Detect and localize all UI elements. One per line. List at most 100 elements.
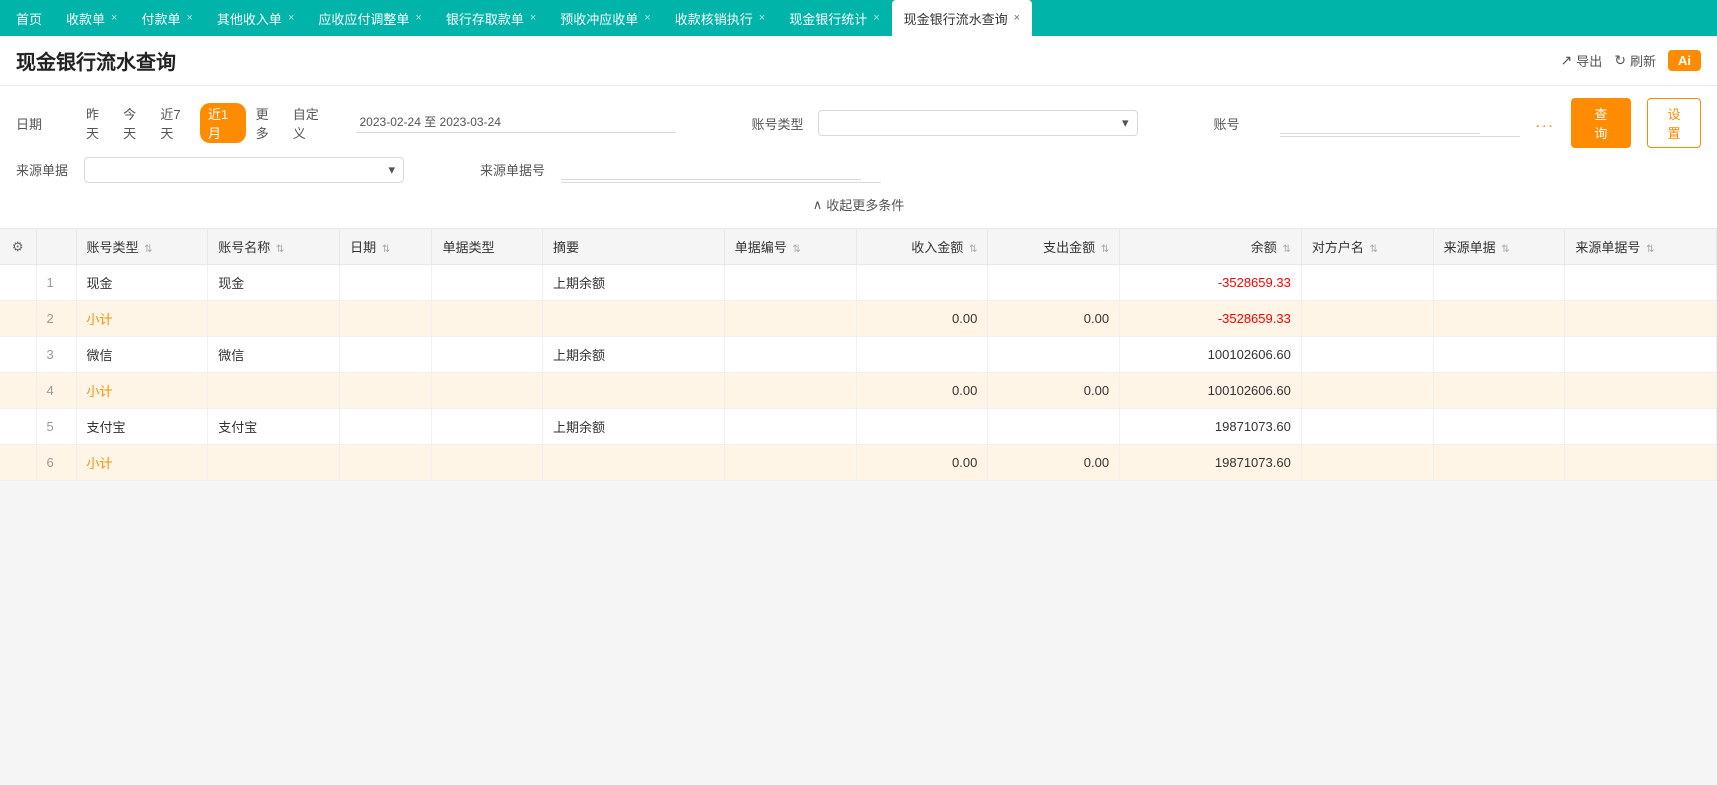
date-option-custom[interactable]: 自定义 xyxy=(289,103,332,143)
row-source-doc xyxy=(1433,445,1565,481)
header-actions: ↗ 导出 ↻ 刷新 Ai xyxy=(1561,50,1702,71)
col-expense[interactable]: 支出金额 ⇅ xyxy=(988,229,1120,265)
close-icon[interactable]: × xyxy=(530,12,536,24)
account-input[interactable] xyxy=(1280,110,1480,134)
row-number: 4 xyxy=(36,373,76,409)
col-balance[interactable]: 余额 ⇅ xyxy=(1120,229,1302,265)
row-balance: 19871073.60 xyxy=(1120,409,1302,445)
col-income[interactable]: 收入金额 ⇅ xyxy=(856,229,988,265)
nav-tab-1[interactable]: 付款单 × xyxy=(129,0,204,36)
filter-area: 日期 昨天 今天 近7天 近1月 更多 自定义 2023-02-24 至 202… xyxy=(0,86,1717,229)
setting-button[interactable]: 设置 xyxy=(1647,98,1701,148)
page-header: 现金银行流水查询 ↗ 导出 ↻ 刷新 Ai xyxy=(0,36,1717,86)
col-doc-no[interactable]: 单据编号 ⇅ xyxy=(724,229,856,265)
nav-tab-6[interactable]: 收款核销执行 × xyxy=(663,0,777,36)
close-icon[interactable]: × xyxy=(873,12,879,24)
col-source-doc[interactable]: 来源单据 ⇅ xyxy=(1433,229,1565,265)
nav-tab-3[interactable]: 应收应付调整单 × xyxy=(306,0,433,36)
collapse-label: 收起更多条件 xyxy=(826,195,904,214)
table-row[interactable]: 6 小计 0.00 0.00 19871073.60 xyxy=(0,445,1717,481)
filter-row-2: 来源单据 ▾ 来源单据号 xyxy=(16,156,1701,183)
row-counterparty xyxy=(1301,409,1433,445)
col-account-type[interactable]: 账号类型 ⇅ xyxy=(76,229,208,265)
row-number: 6 xyxy=(36,445,76,481)
nav-tab-8[interactable]: 现金银行流水查询 × xyxy=(892,0,1032,36)
table-row[interactable]: 3 微信 微信 上期余额 100102606.60 xyxy=(0,337,1717,373)
row-income: 0.00 xyxy=(856,445,988,481)
close-icon[interactable]: × xyxy=(644,12,650,24)
row-source-doc-no xyxy=(1565,265,1717,301)
date-option-7days[interactable]: 近7天 xyxy=(156,103,194,143)
table-row[interactable]: 4 小计 0.00 0.00 100102606.60 xyxy=(0,373,1717,409)
nav-tab-0[interactable]: 收款单 × xyxy=(54,0,129,36)
account-dots-button[interactable]: ... xyxy=(1536,114,1555,132)
row-number: 1 xyxy=(36,265,76,301)
col-counterparty[interactable]: 对方户名 ⇅ xyxy=(1301,229,1433,265)
row-gear xyxy=(0,445,36,481)
table-row[interactable]: 5 支付宝 支付宝 上期余额 19871073.60 xyxy=(0,409,1717,445)
close-icon[interactable]: × xyxy=(288,12,294,24)
collapse-arrow-icon: ∧ xyxy=(813,197,823,213)
row-doc-no xyxy=(724,409,856,445)
row-doc-no xyxy=(724,301,856,337)
col-source-doc-no[interactable]: 来源单据号 ⇅ xyxy=(1565,229,1717,265)
row-counterparty xyxy=(1301,337,1433,373)
row-source-doc-no xyxy=(1565,373,1717,409)
close-icon[interactable]: × xyxy=(186,12,192,24)
query-button[interactable]: 查询 xyxy=(1571,98,1631,148)
date-option-more[interactable]: 更多 xyxy=(252,103,283,143)
nav-tab-5[interactable]: 预收冲应收单 × xyxy=(548,0,662,36)
row-doc-type xyxy=(432,373,543,409)
ai-button[interactable]: Ai xyxy=(1668,50,1701,71)
nav-home[interactable]: 首页 xyxy=(4,0,54,36)
row-date xyxy=(340,409,432,445)
row-income xyxy=(856,409,988,445)
row-income: 0.00 xyxy=(856,301,988,337)
date-options: 昨天 今天 近7天 近1月 更多 自定义 xyxy=(82,103,332,143)
close-icon[interactable]: × xyxy=(415,12,421,24)
sort-icon: ⇅ xyxy=(1369,244,1377,255)
close-icon[interactable]: × xyxy=(759,12,765,24)
export-button[interactable]: ↗ 导出 xyxy=(1561,51,1603,70)
refresh-icon: ↻ xyxy=(1614,52,1626,69)
row-balance: 100102606.60 xyxy=(1120,337,1302,373)
source-doc-no-input-wrap xyxy=(561,156,881,183)
row-source-doc xyxy=(1433,337,1565,373)
sort-icon: ⇅ xyxy=(1501,244,1509,255)
nav-tab-7[interactable]: 现金银行统计 × xyxy=(777,0,891,36)
account-type-label: 账号类型 xyxy=(752,114,802,133)
row-summary xyxy=(543,445,725,481)
table-row[interactable]: 2 小计 0.00 0.00 -3528659.33 xyxy=(0,301,1717,337)
collapse-bar[interactable]: ∧ 收起更多条件 xyxy=(16,191,1701,220)
row-doc-type xyxy=(432,301,543,337)
row-number: 3 xyxy=(36,337,76,373)
nav-tab-4[interactable]: 银行存取款单 × xyxy=(434,0,548,36)
refresh-button[interactable]: ↻ 刷新 xyxy=(1614,51,1656,70)
col-date[interactable]: 日期 ⇅ xyxy=(340,229,432,265)
close-icon[interactable]: × xyxy=(1014,12,1020,24)
date-option-yesterday[interactable]: 昨天 xyxy=(82,103,113,143)
sort-icon: ⇅ xyxy=(1646,244,1654,255)
row-account-name xyxy=(208,301,340,337)
date-option-1month[interactable]: 近1月 xyxy=(200,103,246,143)
row-balance: 100102606.60 xyxy=(1120,373,1302,409)
row-account-name: 支付宝 xyxy=(208,409,340,445)
table-row[interactable]: 1 现金 现金 上期余额 -3528659.33 xyxy=(0,265,1717,301)
close-icon[interactable]: × xyxy=(111,12,117,24)
sort-icon: ⇅ xyxy=(969,244,977,255)
col-account-name[interactable]: 账号名称 ⇅ xyxy=(208,229,340,265)
account-type-select[interactable]: ▾ xyxy=(818,110,1138,136)
row-counterparty xyxy=(1301,445,1433,481)
source-doc-no-input[interactable] xyxy=(561,156,861,180)
table-wrapper: ⚙ 账号类型 ⇅ 账号名称 ⇅ 日期 ⇅ 单据类型 xyxy=(0,229,1717,481)
row-doc-no xyxy=(724,337,856,373)
date-option-today[interactable]: 今天 xyxy=(119,103,150,143)
data-table: ⚙ 账号类型 ⇅ 账号名称 ⇅ 日期 ⇅ 单据类型 xyxy=(0,229,1717,481)
top-nav: 首页 收款单 × 付款单 × 其他收入单 × 应收应付调整单 × 银行存取款单 … xyxy=(0,0,1717,36)
source-doc-select[interactable]: ▾ xyxy=(84,157,404,183)
row-account-type: 小计 xyxy=(76,373,208,409)
gear-icon[interactable]: ⚙ xyxy=(10,239,26,255)
nav-tab-2[interactable]: 其他收入单 × xyxy=(205,0,306,36)
row-source-doc xyxy=(1433,301,1565,337)
row-expense xyxy=(988,409,1120,445)
